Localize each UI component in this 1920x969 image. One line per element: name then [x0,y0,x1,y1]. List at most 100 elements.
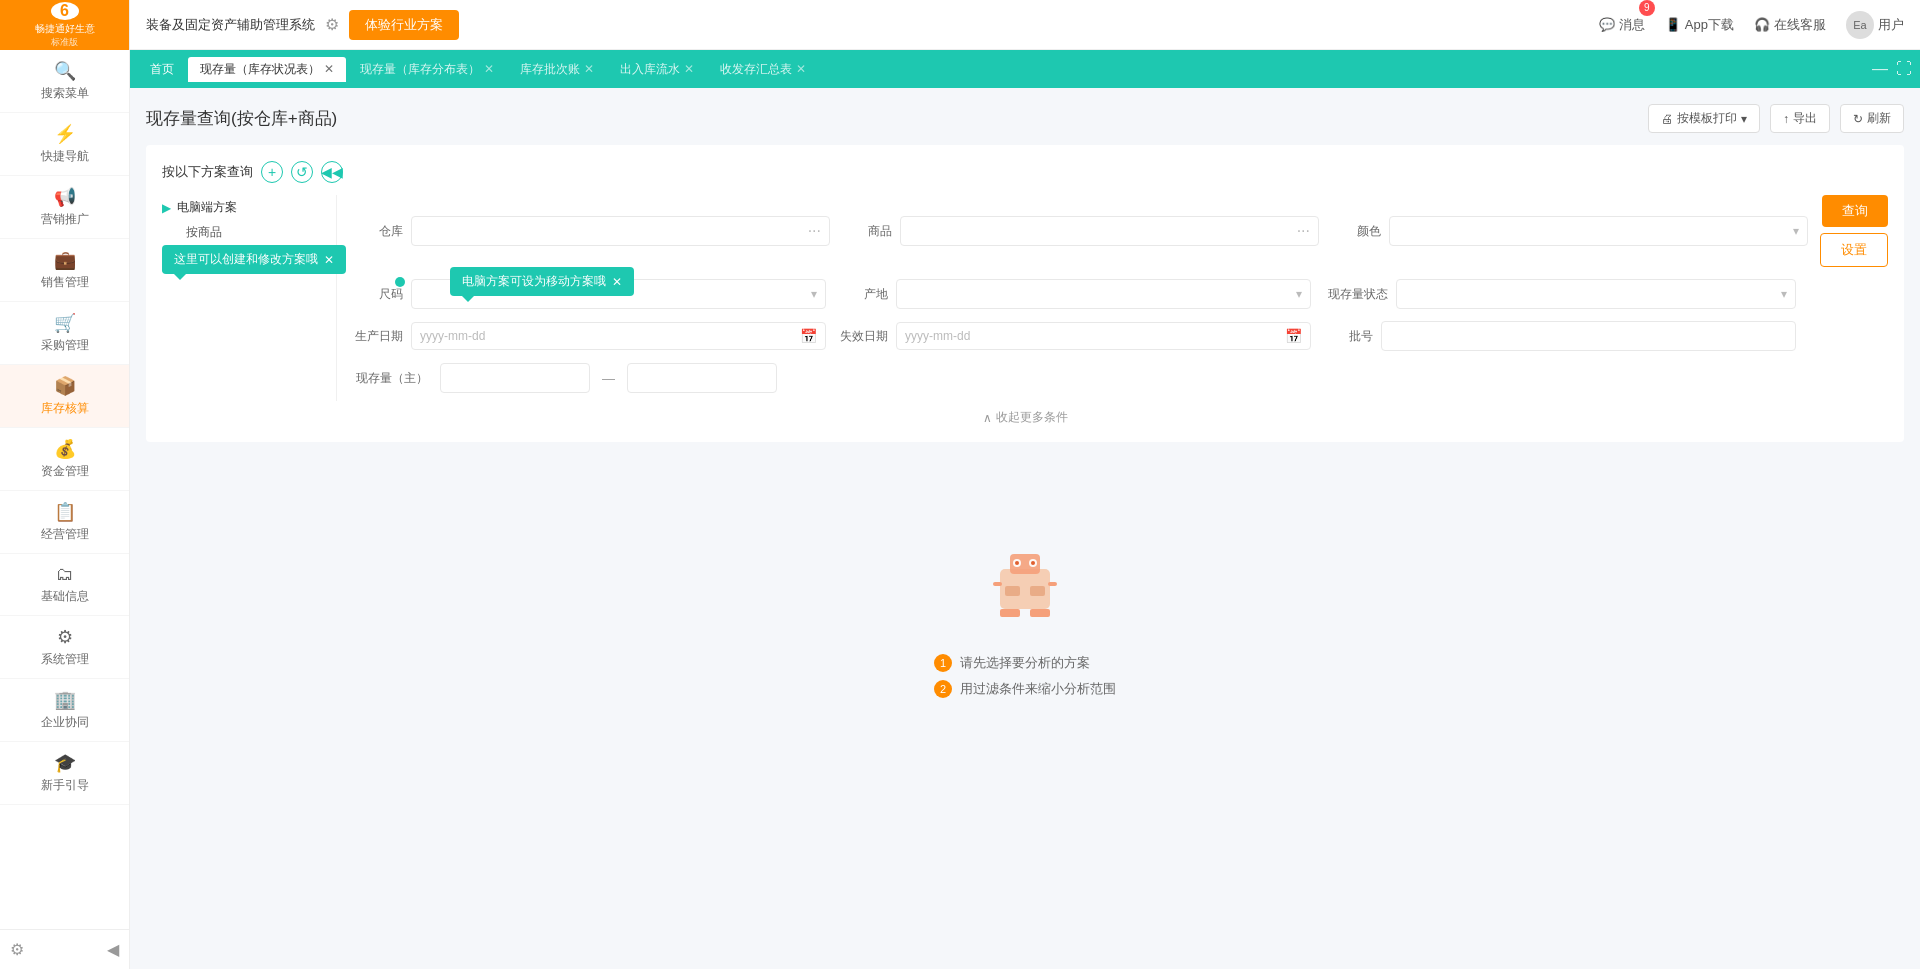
sidebar-item-guide[interactable]: 🎓 新手引导 [0,742,129,805]
user-profile-btn[interactable]: Ea 用户 [1846,11,1904,39]
sidebar: 6 畅捷通好生意 标准版 🔍 搜索菜单 ⚡ 快捷导航 📢 营销推广 💼 销售管理… [0,0,130,969]
refresh-scheme-btn[interactable]: ↺ [291,161,313,183]
template-print-btn[interactable]: 🖨 按模板打印 ▾ [1648,104,1760,133]
step-2-text: 用过滤条件来缩小分析范围 [960,680,1116,698]
page-title: 现存量查询(按仓库+商品) [146,107,337,130]
settings-icon[interactable]: ⚙ [325,15,339,34]
search-btn[interactable]: 查询 [1822,195,1888,227]
tab-summary-close[interactable]: ✕ [796,62,806,76]
reset-btn[interactable]: 设置 [1820,233,1888,267]
sidebar-item-enterprise[interactable]: 🏢 企业协同 [0,679,129,742]
production-date-from[interactable]: yyyy-mm-dd 📅 [411,322,826,350]
tab-inventory-status[interactable]: 现存量（库存状况表） ✕ [188,57,346,82]
sidebar-item-system[interactable]: ⚙ 系统管理 [0,616,129,679]
by-goods-label: 按商品 [186,224,222,241]
tab-inventory-dist[interactable]: 现存量（库存分布表） ✕ [348,57,506,82]
pc-scheme-label: 电脑端方案 [177,199,237,216]
collapse-filter-btn[interactable]: ∧ 收起更多条件 [983,409,1068,426]
app-download-btn[interactable]: 📱 App下载 [1665,16,1734,34]
tab-in-out-flow-label: 出入库流水 [620,61,680,78]
sidebar-item-finance[interactable]: 💰 资金管理 [0,428,129,491]
add-scheme-btn[interactable]: + [261,161,283,183]
empty-step-1: 1 请先选择要分析的方案 [934,654,1116,672]
tab-minimize-btn[interactable]: — [1872,60,1888,78]
topbar-left: 装备及固定资产辅助管理系统 ⚙ 体验行业方案 [146,10,459,40]
stock-status-dropdown-arrow: ▾ [1781,287,1787,301]
by-goods-item[interactable]: 按商品 [182,220,324,245]
tab-batch-account[interactable]: 库存批次账 ✕ [508,57,606,82]
step-num-2: 2 [934,680,952,698]
stock-range-from[interactable] [440,363,590,393]
service-icon: 🎧 [1754,17,1770,32]
search-icon: 🔍 [54,60,76,82]
back-scheme-btn[interactable]: ◀◀ [321,161,343,183]
goods-label: 商品 [842,223,892,240]
tab-maximize-btn[interactable]: ⛶ [1896,60,1912,78]
sidebar-item-search[interactable]: 🔍 搜索菜单 [0,50,129,113]
goods-more-icon[interactable]: ··· [1297,222,1310,240]
color-input[interactable]: ▾ [1389,216,1808,246]
user-label: 用户 [1878,16,1904,34]
export-icon: ↑ [1783,112,1789,126]
sidebar-item-operations-label: 经营管理 [41,526,89,543]
sidebar-item-marketing[interactable]: 📢 营销推广 [0,176,129,239]
online-service-btn[interactable]: 🎧 在线客服 [1754,16,1826,34]
notifications-btn[interactable]: 💬 消息 9 [1599,16,1645,34]
operations-icon: 📋 [54,501,76,523]
tab-in-out-flow-close[interactable]: ✕ [684,62,694,76]
stock-status-input[interactable]: ▾ [1396,279,1796,309]
sidebar-item-search-label: 搜索菜单 [41,85,89,102]
logo-icon: 6 [51,2,79,20]
origin-dropdown-arrow: ▾ [1296,287,1302,301]
message-icon: 💬 [1599,17,1615,32]
empty-steps: 1 请先选择要分析的方案 2 用过滤条件来缩小分析范围 [934,654,1116,698]
main-area: 装备及固定资产辅助管理系统 ⚙ 体验行业方案 💬 消息 9 📱 App下载 🎧 … [130,0,1920,969]
basic-icon: 🗂 [56,564,74,585]
field-expiry-date: 失效日期 yyyy-mm-dd 📅 [838,322,1311,350]
stock-main-label: 现存量（主） [353,370,428,387]
edit-tooltip-close[interactable]: ✕ [324,253,334,267]
collapse-sidebar-btn[interactable]: ◀ [107,940,119,959]
tabs-bar: 首页 现存量（库存状况表） ✕ 现存量（库存分布表） ✕ 库存批次账 ✕ 出入库… [130,50,1920,88]
inventory-icon: 📦 [54,375,76,397]
try-industry-btn[interactable]: 体验行业方案 [349,10,459,40]
tab-summary[interactable]: 收发存汇总表 ✕ [708,57,818,82]
sidebar-item-finance-label: 资金管理 [41,463,89,480]
tab-in-out-flow[interactable]: 出入库流水 ✕ [608,57,706,82]
sidebar-item-inventory[interactable]: 📦 库存核算 [0,365,129,428]
tab-inventory-dist-label: 现存量（库存分布表） [360,61,480,78]
sidebar-item-basic[interactable]: 🗂 基础信息 [0,554,129,616]
sidebar-item-operations[interactable]: 📋 经营管理 [0,491,129,554]
goods-input[interactable]: ··· [900,216,1319,246]
export-btn[interactable]: ↑ 导出 [1770,104,1830,133]
origin-input[interactable]: ▾ [896,279,1311,309]
batch-no-input[interactable] [1381,321,1796,351]
warehouse-input[interactable]: ··· [411,216,830,246]
stock-range-to[interactable] [627,363,777,393]
tab-inventory-dist-close[interactable]: ✕ [484,62,494,76]
printer-icon: 🖨 [1661,112,1673,126]
filter-card: 按以下方案查询 + ↺ ◀◀ 电脑方案可设为移动方案哦 ✕ ▶ [146,145,1904,442]
settings-footer-btn[interactable]: ⚙ [10,940,24,959]
refresh-btn[interactable]: ↻ 刷新 [1840,104,1904,133]
sidebar-item-quick[interactable]: ⚡ 快捷导航 [0,113,129,176]
sidebar-item-guide-label: 新手引导 [41,777,89,794]
production-date-from-placeholder: yyyy-mm-dd [420,329,800,343]
size-label: 尺码 [353,286,403,303]
system-icon: ⚙ [57,626,73,648]
sidebar-item-purchase-label: 采购管理 [41,337,89,354]
purchase-icon: 🛒 [54,312,76,334]
range-separator: — [602,371,615,386]
pc-scheme-item[interactable]: ▶ 电脑端方案 [162,195,324,220]
warehouse-more-icon[interactable]: ··· [808,222,821,240]
tab-home[interactable]: 首页 [138,57,186,82]
sidebar-item-purchase[interactable]: 🛒 采购管理 [0,302,129,365]
page-title-row: 现存量查询(按仓库+商品) 🖨 按模板打印 ▾ ↑ 导出 ↻ 刷新 [146,104,1904,133]
field-batch-no: 批号 [1323,321,1796,351]
sidebar-item-sales[interactable]: 💼 销售管理 [0,239,129,302]
scheme-tooltip-close[interactable]: ✕ [612,275,622,289]
tab-batch-account-close[interactable]: ✕ [584,62,594,76]
filter-fields: 仓库 ··· 商品 ··· [337,195,1888,401]
tab-inventory-status-close[interactable]: ✕ [324,62,334,76]
expiry-date-from[interactable]: yyyy-mm-dd 📅 [896,322,1311,350]
